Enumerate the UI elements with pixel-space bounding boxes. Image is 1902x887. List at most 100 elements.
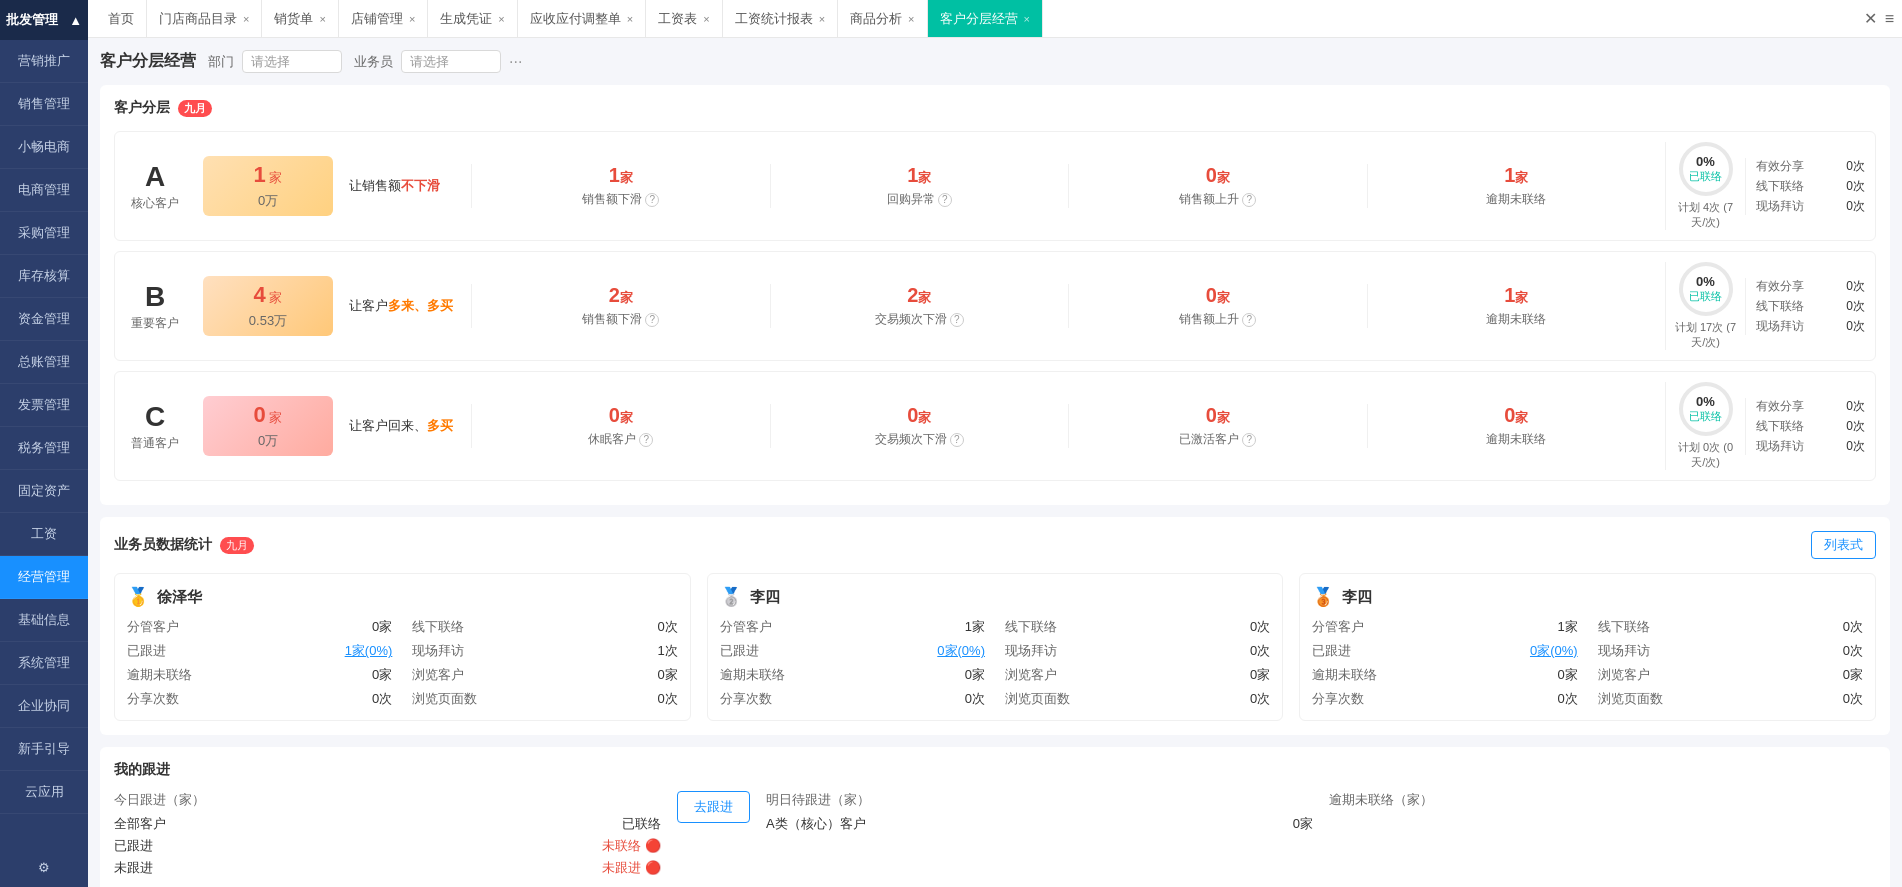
tab-首页[interactable]: 首页 [96,0,147,38]
overdue-followup-title: 逾期未联络（家） [1329,791,1876,809]
sidebar-item-小畅电商[interactable]: 小畅电商 [0,126,88,169]
sales-select[interactable]: 请选择 [401,50,501,73]
tier-stat-C-3: 0家 逾期未联络 [1367,404,1666,448]
staff-stat-row-6: 分享次数 0次 [720,690,985,708]
sidebar-item-云应用[interactable]: 云应用 [0,771,88,814]
tier-row-A: A 核心客户 1 家 0万 让销售额不下滑 1家 销售额下滑 ? 1家 [114,131,1876,241]
today-followup-title: 今日跟进（家） [114,791,661,809]
tab-门店商品目录[interactable]: 门店商品目录× [147,0,262,38]
followup-val-3: 未跟进 🔴 [602,859,661,877]
tier-stat-B-0: 2家 销售额下滑 ? [471,284,770,328]
tab-客户分层经营[interactable]: 客户分层经营× [928,0,1043,38]
staff-section-title: 业务员数据统计 [114,536,212,554]
staff-stat-row-3: 现场拜访 0次 [1598,642,1863,660]
sidebar-item-采购管理[interactable]: 采购管理 [0,212,88,255]
tier-stat-C-2: 0家 已激活客户 ? [1068,404,1367,448]
sidebar-item-资金管理[interactable]: 资金管理 [0,298,88,341]
info-icon[interactable]: ? [1242,313,1256,327]
staff-stat-row-2: 已跟进 0家(0%) [720,642,985,660]
tier-suggestion-B: 让客户多来、多买 [341,297,471,315]
tab-工资统计报表[interactable]: 工资统计报表× [723,0,838,38]
staff-month-badge[interactable]: 九月 [220,537,254,554]
info-icon[interactable]: ? [950,313,964,327]
info-icon[interactable]: ? [639,433,653,447]
tab-menu-icon[interactable]: ≡ [1885,10,1894,28]
staff-stat-row-5: 浏览客户 0家 [1005,666,1270,684]
tier-stat-B-3: 1家 逾期未联络 [1367,284,1666,328]
dept-select[interactable]: 请选择 [242,50,342,73]
tab-close-销货单[interactable]: × [319,13,325,25]
staff-medal-1: 🥈 [720,586,742,608]
sidebar-item-固定资产[interactable]: 固定资产 [0,470,88,513]
staff-section: 业务员数据统计 九月 列表式 🥇 徐泽华 分管客户 0家 线下联络 0次 已跟进 [100,517,1890,735]
tier-circle-A: 0% 已联络 计划 4次 (7天/次) [1665,142,1745,230]
tomorrow-val-1: 0家 [1293,815,1313,833]
customer-month-badge[interactable]: 九月 [178,100,212,117]
followup-val-2: 未联络 🔴 [602,837,661,855]
sidebar-item-总账管理[interactable]: 总账管理 [0,341,88,384]
staff-stat-row-1: 线下联络 0次 [412,618,677,636]
staff-stat-row-2: 已跟进 1家(0%) [127,642,392,660]
tab-close-工资统计报表[interactable]: × [819,13,825,25]
sidebar-item-库存核算[interactable]: 库存核算 [0,255,88,298]
sidebar-item-经营管理[interactable]: 经营管理 [0,556,88,599]
tab-close-生成凭证[interactable]: × [498,13,504,25]
sidebar-footer[interactable]: ⚙ [0,848,88,887]
info-icon[interactable]: ? [645,193,659,207]
followup-row-3: 未跟进 未跟进 🔴 [114,859,661,877]
page-title: 客户分层经营 [100,51,196,72]
tab-商品分析[interactable]: 商品分析× [838,0,927,38]
info-icon[interactable]: ? [645,313,659,327]
staff-card-2: 🥉 李四 分管客户 1家 线下联络 0次 已跟进 0家(0%) 现场拜访 0次 [1299,573,1876,721]
sidebar-item-企业协同[interactable]: 企业协同 [0,685,88,728]
tab-工资表[interactable]: 工资表× [646,0,722,38]
info-icon[interactable]: ? [938,193,952,207]
more-filter-icon[interactable]: ··· [509,53,522,71]
tab-close-icon[interactable]: ✕ [1864,9,1877,28]
sidebar-item-系统管理[interactable]: 系统管理 [0,642,88,685]
staff-stat-row-7: 浏览页面数 0次 [1005,690,1270,708]
tomorrow-followup-title: 明日待跟进（家） [766,791,1313,809]
tab-close-商品分析[interactable]: × [908,13,914,25]
today-followup-block: 今日跟进（家） 全部客户 已联络 已跟进 未联络 🔴 未跟进 未跟进 🔴 [114,791,661,881]
list-view-button[interactable]: 列表式 [1811,531,1876,559]
tier-circle-B: 0% 已联络 计划 17次 (7天/次) [1665,262,1745,350]
info-icon[interactable]: ? [950,433,964,447]
sidebar-item-新手引导[interactable]: 新手引导 [0,728,88,771]
sidebar-collapse-icon[interactable]: ▲ [69,13,82,28]
tab-应收应付调整单[interactable]: 应收应付调整单× [518,0,646,38]
sidebar-item-工资[interactable]: 工资 [0,513,88,556]
tier-stat-C-1: 0家 交易频次下滑 ? [770,404,1069,448]
sidebar-item-税务管理[interactable]: 税务管理 [0,427,88,470]
tab-close-应收应付调整单[interactable]: × [627,13,633,25]
tab-店铺管理[interactable]: 店铺管理× [339,0,428,38]
staff-stat-row-5: 浏览客户 0家 [412,666,677,684]
staff-medal-2: 🥉 [1312,586,1334,608]
followup-val-1: 已联络 [622,815,661,833]
dept-filter-group: 部门 请选择 [208,50,342,73]
tier-count-C: 0 家 0万 [203,396,333,456]
sidebar-item-基础信息[interactable]: 基础信息 [0,599,88,642]
staff-stat-row-6: 分享次数 0次 [127,690,392,708]
staff-stat-row-0: 分管客户 1家 [720,618,985,636]
sidebar-item-电商管理[interactable]: 电商管理 [0,169,88,212]
go-followup-button[interactable]: 去跟进 [677,791,750,823]
followup-label-1: 全部客户 [114,815,166,833]
tab-生成凭证[interactable]: 生成凭证× [428,0,517,38]
staff-stat-row-3: 现场拜访 1次 [412,642,677,660]
staff-card-0: 🥇 徐泽华 分管客户 0家 线下联络 0次 已跟进 1家(0%) 现场拜访 1次 [114,573,691,721]
info-icon[interactable]: ? [1242,193,1256,207]
info-icon[interactable]: ? [1242,433,1256,447]
tab-close-客户分层经营[interactable]: × [1024,13,1030,25]
tab-销货单[interactable]: 销货单× [262,0,338,38]
staff-stat-row-2: 已跟进 0家(0%) [1312,642,1577,660]
tab-close-店铺管理[interactable]: × [409,13,415,25]
sidebar-item-营销推广[interactable]: 营销推广 [0,40,88,83]
tab-close-门店商品目录[interactable]: × [243,13,249,25]
tab-close-工资表[interactable]: × [703,13,709,25]
sidebar-item-销售管理[interactable]: 销售管理 [0,83,88,126]
tier-stat-A-1: 1家 回购异常 ? [770,164,1069,208]
settings-icon[interactable]: ⚙ [38,860,50,875]
customer-section: 客户分层 九月 A 核心客户 1 家 0万 让销售额不下滑 1家 销售额下滑 ? [100,85,1890,505]
sidebar-item-发票管理[interactable]: 发票管理 [0,384,88,427]
